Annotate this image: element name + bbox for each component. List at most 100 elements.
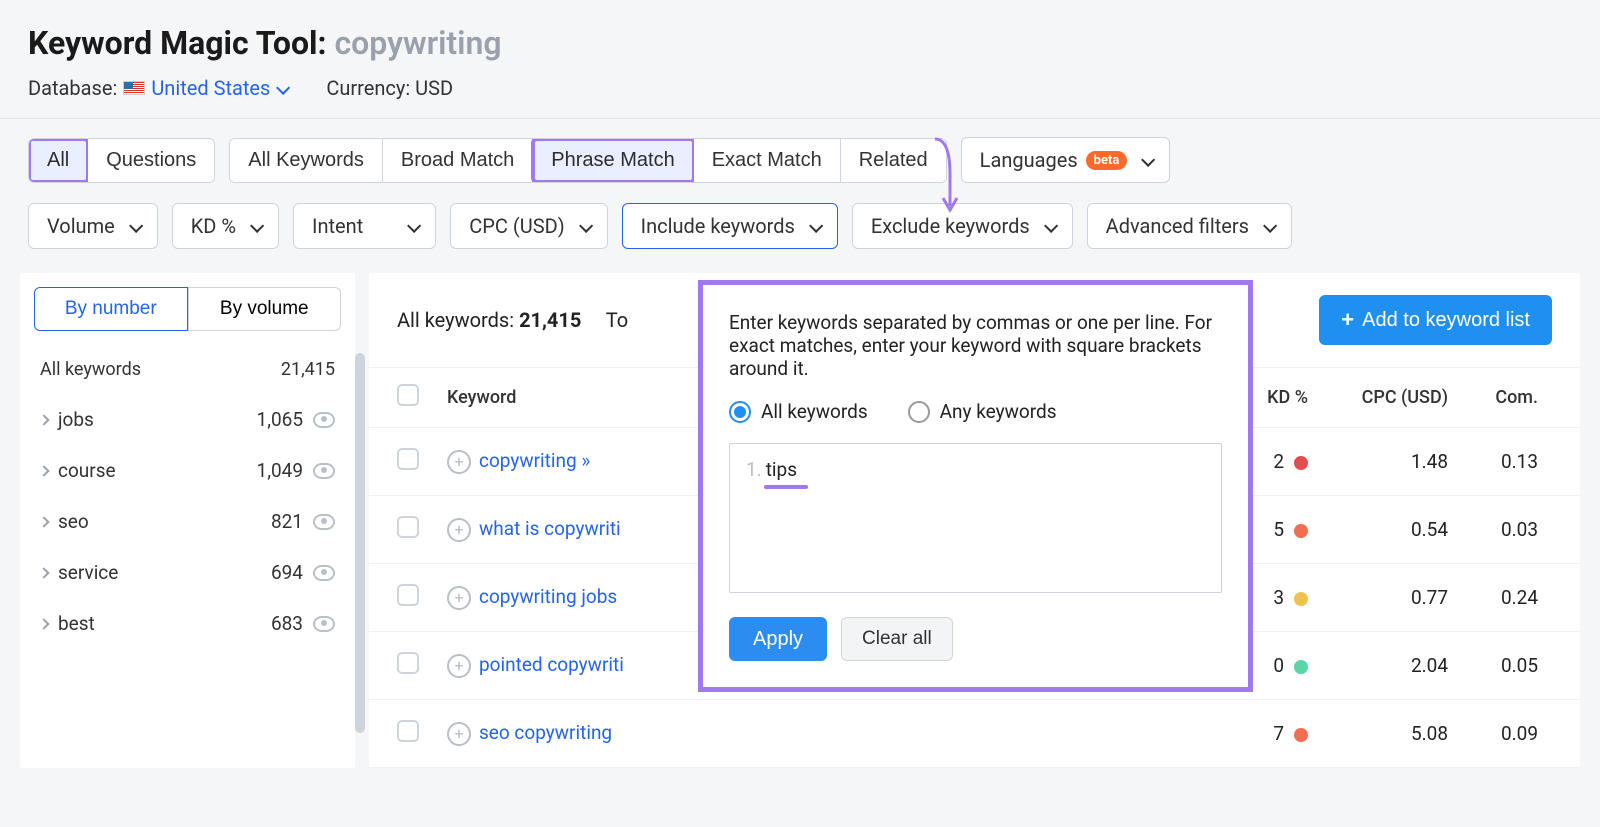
kd-dot-icon bbox=[1294, 456, 1308, 470]
eye-icon[interactable] bbox=[313, 616, 335, 632]
keyword-mode-radios: All keywords Any keywords bbox=[729, 400, 1222, 423]
chevron-right-icon bbox=[38, 516, 49, 527]
tab-broad-match[interactable]: Broad Match bbox=[383, 139, 533, 182]
radio-any-keywords[interactable]: Any keywords bbox=[908, 400, 1057, 423]
tab-by-volume[interactable]: By volume bbox=[188, 287, 342, 331]
eye-icon[interactable] bbox=[313, 463, 335, 479]
sidebar-all-keywords[interactable]: All keywords 21,415 bbox=[20, 345, 355, 394]
eye-icon[interactable] bbox=[313, 412, 335, 428]
filter-exclude-keywords[interactable]: Exclude keywords bbox=[852, 203, 1073, 249]
all-keywords-summary: All keywords: 21,415 To bbox=[397, 308, 628, 332]
segment-all-questions: All Questions bbox=[28, 138, 215, 183]
col-cpc[interactable]: CPC (USD) bbox=[1322, 368, 1462, 428]
keyword-link[interactable]: copywriting » bbox=[479, 449, 590, 472]
languages-label: Languages bbox=[980, 148, 1078, 172]
title-prefix: Keyword Magic Tool: bbox=[28, 24, 327, 62]
tab-related[interactable]: Related bbox=[841, 139, 946, 182]
sidebar-item-count: 694 bbox=[271, 561, 303, 584]
col-com[interactable]: Com. bbox=[1462, 368, 1552, 428]
kd-dot-icon bbox=[1294, 728, 1308, 742]
chevron-down-icon bbox=[123, 214, 139, 238]
sidebar-item-jobs[interactable]: jobs 1,065 bbox=[20, 394, 355, 445]
keyword-link[interactable]: seo copywriting bbox=[479, 721, 612, 744]
chevron-down-icon bbox=[401, 214, 417, 238]
radio-icon bbox=[908, 401, 930, 423]
title-row: Keyword Magic Tool: copywriting bbox=[28, 24, 1572, 62]
sidebar-item-course[interactable]: course 1,049 bbox=[20, 445, 355, 496]
apply-button[interactable]: Apply bbox=[729, 617, 827, 661]
row-checkbox[interactable] bbox=[397, 584, 419, 606]
filter-advanced[interactable]: Advanced filters bbox=[1087, 203, 1292, 249]
sidebar-item-count: 821 bbox=[271, 510, 303, 533]
keywords-textarea[interactable]: 1.tips bbox=[729, 443, 1222, 593]
popup-instructions: Enter keywords separated by commas or on… bbox=[729, 311, 1222, 380]
tab-questions[interactable]: Questions bbox=[88, 139, 214, 182]
sidebar-item-service[interactable]: service 694 bbox=[20, 547, 355, 598]
add-circle-icon[interactable]: + bbox=[447, 722, 471, 746]
kd-dot-icon bbox=[1294, 592, 1308, 606]
sidebar-item-seo[interactable]: seo 821 bbox=[20, 496, 355, 547]
eye-icon[interactable] bbox=[313, 514, 335, 530]
search-query: copywriting bbox=[334, 24, 501, 62]
add-circle-icon[interactable]: + bbox=[447, 654, 471, 678]
clear-all-button[interactable]: Clear all bbox=[841, 617, 953, 661]
eye-icon[interactable] bbox=[313, 565, 335, 581]
sidebar-item-label: course bbox=[58, 459, 116, 482]
sidebar-item-count: 683 bbox=[271, 612, 303, 635]
add-to-keyword-list-button[interactable]: + Add to keyword list bbox=[1319, 295, 1552, 345]
chevron-right-icon bbox=[38, 465, 49, 476]
all-keywords-label: All keywords bbox=[40, 359, 141, 380]
match-type-row: All Questions All Keywords Broad Match P… bbox=[28, 137, 1572, 183]
popup-actions: Apply Clear all bbox=[729, 617, 1222, 661]
sidebar-item-label: jobs bbox=[58, 408, 94, 431]
row-checkbox[interactable] bbox=[397, 448, 419, 470]
currency-label: Currency: bbox=[326, 76, 410, 100]
keyword-link[interactable]: copywriting jobs bbox=[479, 585, 617, 608]
row-checkbox[interactable] bbox=[397, 516, 419, 538]
currency-display: Currency: USD bbox=[326, 76, 453, 100]
database-selector[interactable]: Database: United States bbox=[28, 76, 286, 100]
sidebar-item-label: seo bbox=[58, 510, 89, 533]
us-flag-icon bbox=[123, 81, 145, 95]
plus-icon: + bbox=[1341, 307, 1354, 333]
filter-intent[interactable]: Intent bbox=[293, 203, 436, 249]
keyword-link[interactable]: what is copywriti bbox=[479, 517, 621, 540]
tab-by-number[interactable]: By number bbox=[34, 287, 188, 331]
sidebar: By number By volume All keywords 21,415 … bbox=[20, 273, 355, 768]
chevron-down-icon bbox=[573, 214, 589, 238]
add-circle-icon[interactable]: + bbox=[447, 450, 471, 474]
select-all-checkbox[interactable] bbox=[397, 384, 419, 406]
kd-dot-icon bbox=[1294, 660, 1308, 674]
tab-phrase-match[interactable]: Phrase Match bbox=[533, 139, 693, 182]
tab-exact-match[interactable]: Exact Match bbox=[694, 139, 841, 182]
table-row: +seo copywriting 7 5.08 0.09 bbox=[369, 700, 1580, 768]
kd-dot-icon bbox=[1294, 524, 1308, 538]
sidebar-item-count: 1,065 bbox=[257, 408, 303, 431]
filter-volume[interactable]: Volume bbox=[28, 203, 158, 249]
filter-kd[interactable]: KD % bbox=[172, 203, 279, 249]
highlight-underline bbox=[764, 485, 808, 489]
filters-row: Volume KD % Intent CPC (USD) Include key… bbox=[28, 203, 1572, 249]
chevron-right-icon bbox=[38, 414, 49, 425]
tab-all[interactable]: All bbox=[29, 139, 88, 182]
sidebar-item-label: best bbox=[58, 612, 95, 635]
languages-dropdown[interactable]: Languages beta bbox=[961, 137, 1171, 183]
filter-include-keywords[interactable]: Include keywords bbox=[622, 203, 838, 249]
add-circle-icon[interactable]: + bbox=[447, 518, 471, 542]
chevron-down-icon bbox=[803, 214, 819, 238]
radio-all-keywords[interactable]: All keywords bbox=[729, 400, 868, 423]
chevron-down-icon bbox=[1038, 214, 1054, 238]
page-title: Keyword Magic Tool: copywriting bbox=[28, 24, 502, 62]
chevron-right-icon bbox=[38, 618, 49, 629]
add-circle-icon[interactable]: + bbox=[447, 586, 471, 610]
filter-cpc[interactable]: CPC (USD) bbox=[450, 203, 607, 249]
sidebar-scrollbar[interactable] bbox=[355, 353, 365, 733]
database-value[interactable]: United States bbox=[151, 76, 286, 100]
row-checkbox[interactable] bbox=[397, 652, 419, 674]
sidebar-item-count: 1,049 bbox=[257, 459, 303, 482]
keyword-link[interactable]: pointed copywriti bbox=[479, 653, 624, 676]
tab-all-keywords[interactable]: All Keywords bbox=[230, 139, 383, 182]
keyword-entry: tips bbox=[766, 458, 797, 481]
row-checkbox[interactable] bbox=[397, 720, 419, 742]
sidebar-item-best[interactable]: best 683 bbox=[20, 598, 355, 649]
